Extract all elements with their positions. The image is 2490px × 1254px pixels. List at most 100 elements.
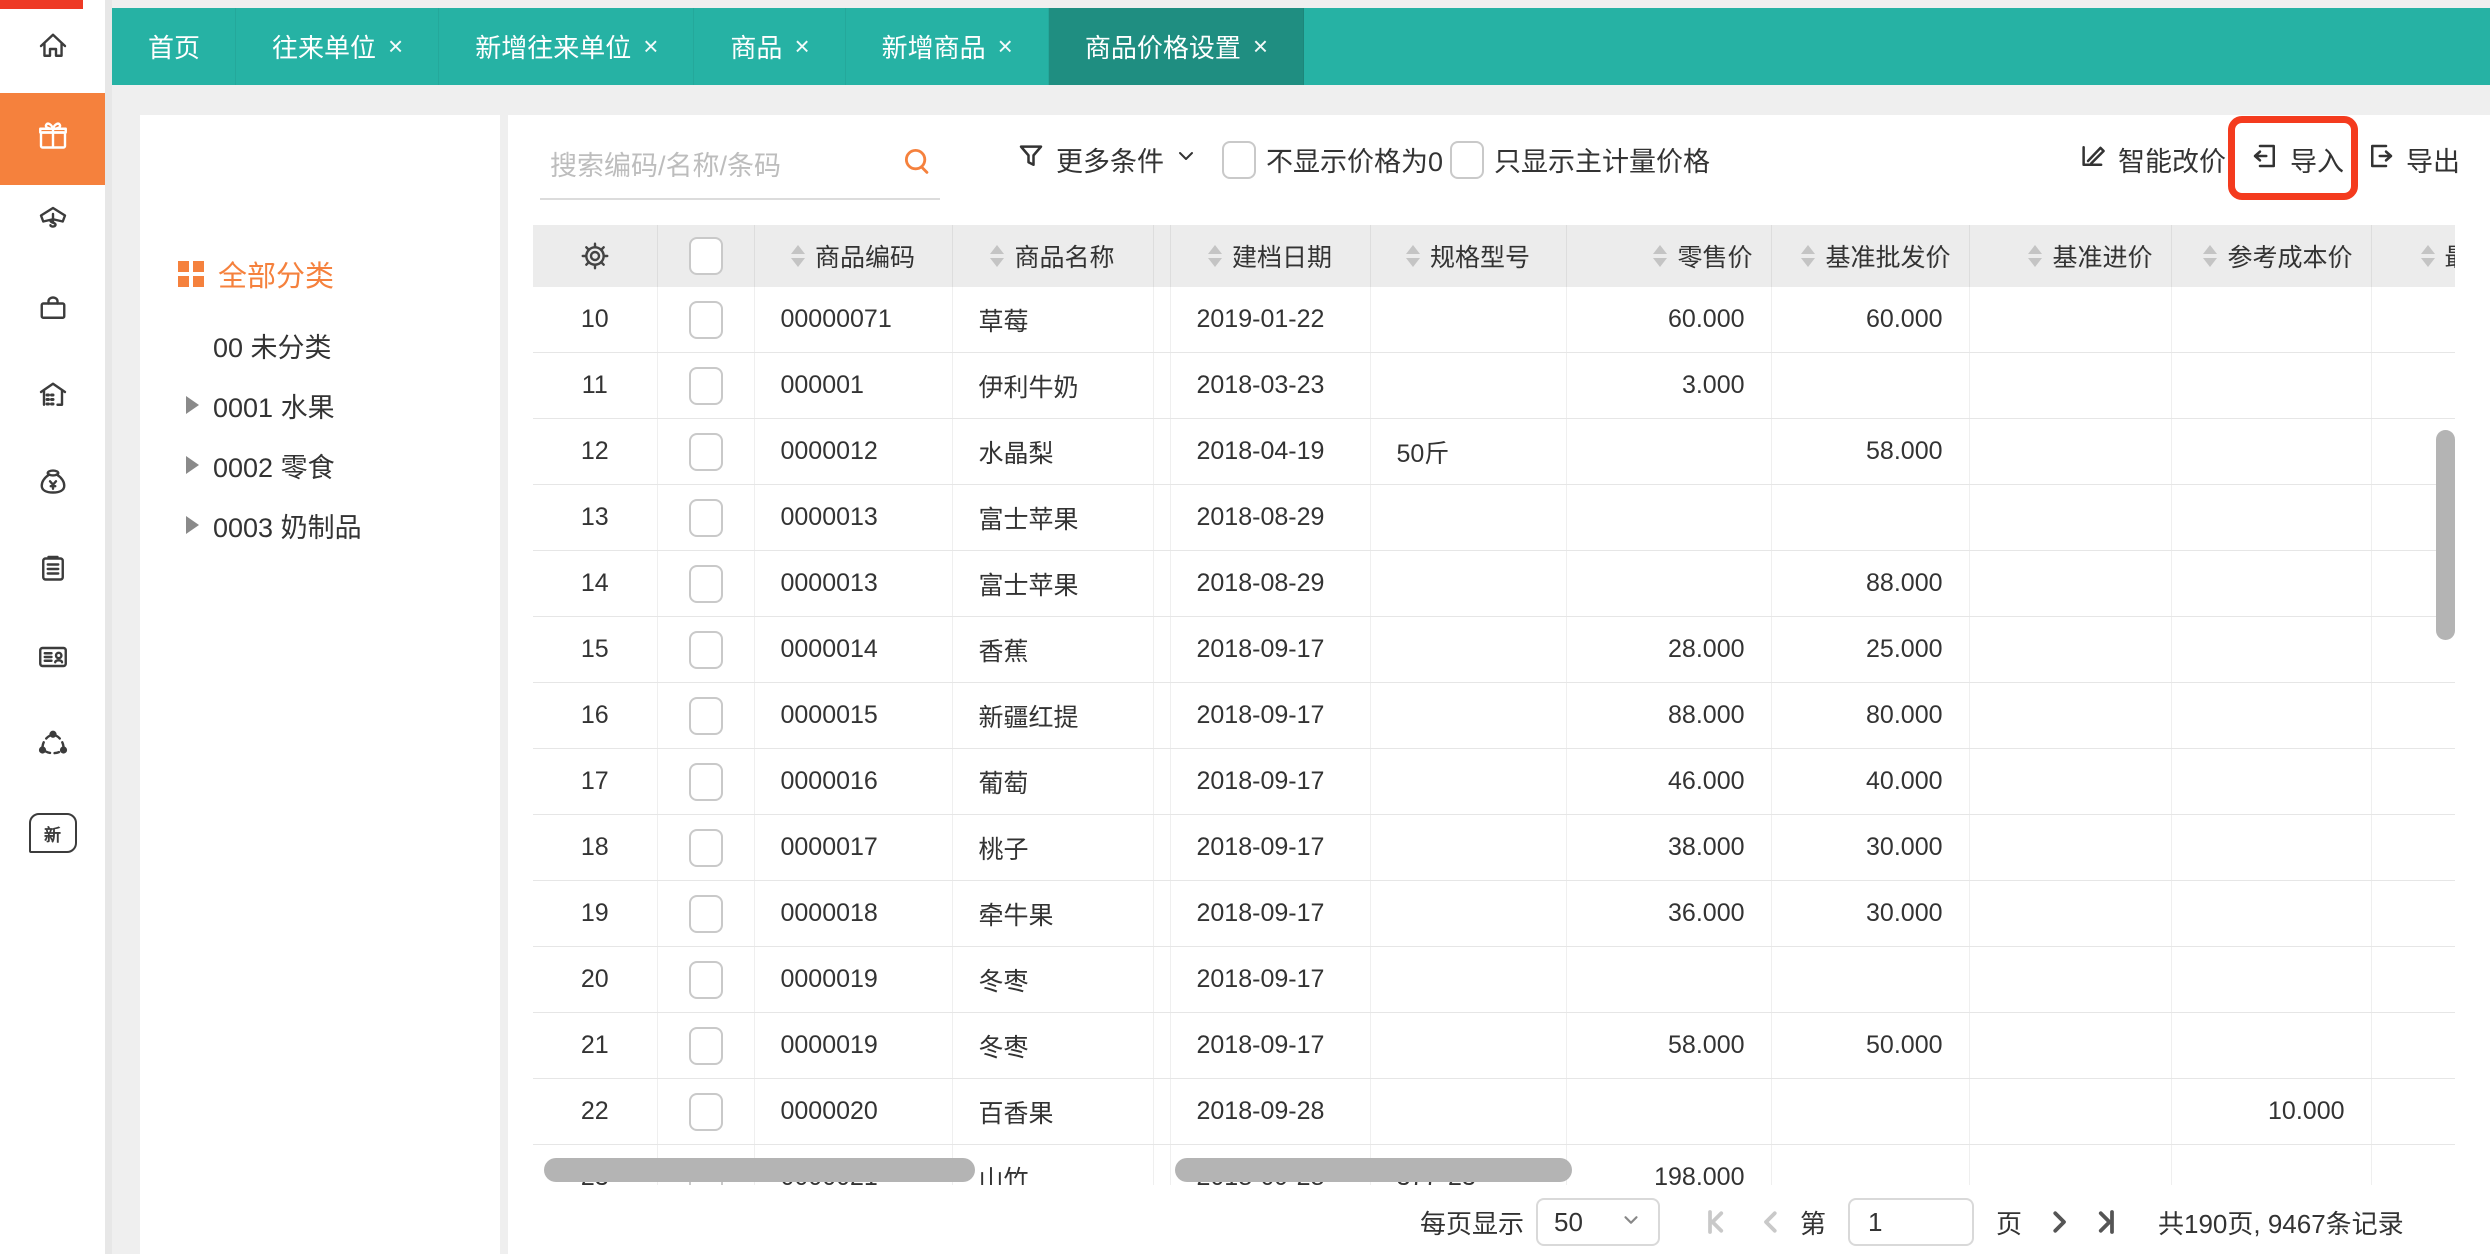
column-header-extra[interactable]: 最 bbox=[2371, 225, 2455, 287]
column-header-code[interactable]: 商品编码 bbox=[754, 225, 953, 287]
row-checkbox[interactable] bbox=[688, 762, 723, 801]
cell-spec bbox=[1370, 682, 1567, 749]
expand-arrow-icon[interactable] bbox=[186, 516, 199, 534]
close-icon[interactable]: × bbox=[643, 31, 658, 62]
close-icon[interactable]: × bbox=[998, 31, 1013, 62]
prev-page-button[interactable] bbox=[1756, 1198, 1786, 1246]
sort-arrows-icon[interactable] bbox=[1207, 245, 1222, 267]
checkbox-icon[interactable] bbox=[1222, 140, 1256, 179]
category-item-fruit[interactable]: 0001 水果 bbox=[140, 375, 500, 435]
cell-check[interactable] bbox=[657, 287, 755, 353]
column-header-check[interactable] bbox=[657, 225, 755, 287]
table-row: 11 000001 伊利牛奶 2018-03-23 3.000 bbox=[533, 352, 2455, 419]
checkbox-icon[interactable] bbox=[1450, 140, 1484, 179]
sidebar-item-goods[interactable] bbox=[0, 93, 105, 185]
page-number-input[interactable]: 1 bbox=[1848, 1198, 1974, 1246]
vertical-scrollbar[interactable] bbox=[2436, 430, 2455, 640]
column-header-retail[interactable]: 零售价 bbox=[1566, 225, 1772, 287]
row-checkbox[interactable] bbox=[688, 300, 723, 339]
column-header-date[interactable]: 建档日期 bbox=[1170, 225, 1371, 287]
row-checkbox[interactable] bbox=[688, 498, 723, 537]
sort-arrows-icon[interactable] bbox=[2203, 245, 2218, 267]
sort-arrows-icon[interactable] bbox=[1653, 245, 1668, 267]
cell-check[interactable] bbox=[657, 682, 755, 749]
column-header-cost[interactable]: 参考成本价 bbox=[2171, 225, 2372, 287]
sidebar-item-home[interactable] bbox=[0, 4, 105, 92]
row-checkbox[interactable] bbox=[688, 1026, 723, 1065]
sidebar-item-report[interactable] bbox=[0, 527, 105, 615]
category-item-snacks[interactable]: 0002 零食 bbox=[140, 435, 500, 495]
cell-extra bbox=[2371, 748, 2455, 815]
expand-arrow-icon[interactable] bbox=[186, 456, 199, 474]
cell-check[interactable] bbox=[657, 748, 755, 815]
tab-home[interactable]: 首页 bbox=[112, 8, 236, 85]
tab-goods[interactable]: 商品 × bbox=[694, 8, 845, 85]
row-checkbox[interactable] bbox=[688, 432, 723, 471]
column-header-purchase[interactable]: 基准进价 bbox=[1969, 225, 2172, 287]
gear-icon[interactable] bbox=[579, 240, 611, 272]
product-price-table: 商品编码商品名称建档日期规格型号零售价基准批发价基准进价参考成本价最100000… bbox=[533, 225, 2455, 1185]
sort-arrows-icon[interactable] bbox=[2420, 245, 2435, 267]
smart-reprice-button[interactable]: 智能改价 bbox=[2078, 140, 2226, 179]
sidebar-item-new[interactable]: 新 bbox=[0, 789, 105, 877]
cell-check[interactable] bbox=[657, 616, 755, 683]
first-page-button[interactable] bbox=[1700, 1198, 1730, 1246]
row-checkbox[interactable] bbox=[688, 696, 723, 735]
column-header-index[interactable] bbox=[533, 225, 658, 287]
search-icon[interactable] bbox=[900, 144, 934, 183]
category-item-unclassified[interactable]: 00 未分类 bbox=[140, 315, 500, 375]
row-checkbox[interactable] bbox=[688, 1092, 723, 1131]
search-input[interactable]: 搜索编码/名称/条码 bbox=[540, 128, 940, 200]
tab-price-settings[interactable]: 商品价格设置 × bbox=[1048, 8, 1305, 85]
tab-add-partner[interactable]: 新增往来单位 × bbox=[439, 8, 694, 85]
cell-check[interactable] bbox=[657, 880, 755, 947]
row-checkbox[interactable] bbox=[688, 366, 723, 405]
close-icon[interactable]: × bbox=[794, 31, 809, 62]
column-header-spec[interactable]: 规格型号 bbox=[1370, 225, 1567, 287]
column-header-name[interactable]: 商品名称 bbox=[952, 225, 1154, 287]
close-icon[interactable]: × bbox=[1253, 31, 1268, 62]
main-unit-only-checkbox[interactable]: 只显示主计量价格 bbox=[1450, 140, 1710, 179]
row-checkbox[interactable] bbox=[688, 630, 723, 669]
row-checkbox[interactable] bbox=[688, 828, 723, 867]
sidebar-item-finance[interactable] bbox=[0, 440, 105, 528]
close-icon[interactable]: × bbox=[388, 31, 403, 62]
cell-check[interactable] bbox=[657, 946, 755, 1013]
sidebar-item-accounts[interactable] bbox=[0, 615, 105, 703]
select-all-checkbox[interactable] bbox=[688, 237, 723, 275]
sort-arrows-icon[interactable] bbox=[790, 245, 805, 267]
horizontal-scrollbar-main[interactable] bbox=[1175, 1158, 1572, 1182]
cell-check[interactable] bbox=[657, 1012, 755, 1079]
sort-arrows-icon[interactable] bbox=[990, 245, 1005, 267]
cell-check[interactable] bbox=[657, 352, 755, 419]
export-button[interactable]: 导出 bbox=[2366, 140, 2460, 179]
sidebar-item-sales[interactable] bbox=[0, 178, 105, 266]
hide-zero-price-checkbox[interactable]: 不显示价格为0 bbox=[1222, 140, 1443, 179]
tab-add-goods[interactable]: 新增商品 × bbox=[846, 8, 1049, 85]
sidebar-item-purchase[interactable] bbox=[0, 266, 105, 354]
cell-check[interactable] bbox=[657, 1078, 755, 1145]
column-header-wholesale[interactable]: 基准批发价 bbox=[1771, 225, 1970, 287]
more-filters-button[interactable]: 更多条件 bbox=[1016, 140, 1198, 179]
row-checkbox[interactable] bbox=[688, 564, 723, 603]
sort-arrows-icon[interactable] bbox=[1801, 245, 1816, 267]
row-checkbox[interactable] bbox=[688, 960, 723, 999]
category-item-dairy[interactable]: 0003 奶制品 bbox=[140, 495, 500, 555]
next-page-button[interactable] bbox=[2044, 1198, 2074, 1246]
sort-arrows-icon[interactable] bbox=[2028, 245, 2043, 267]
sidebar-item-network[interactable] bbox=[0, 702, 105, 790]
cell-check[interactable] bbox=[657, 550, 755, 617]
tab-partners[interactable]: 往来单位 × bbox=[236, 8, 439, 85]
sidebar-item-warehouse[interactable] bbox=[0, 353, 105, 441]
cell-retail: 198.000 bbox=[1566, 1144, 1772, 1185]
page-size-select[interactable]: 50 bbox=[1536, 1198, 1660, 1246]
cell-purchase bbox=[1969, 880, 2172, 947]
last-page-button[interactable] bbox=[2092, 1198, 2122, 1246]
cell-check[interactable] bbox=[657, 484, 755, 551]
sort-arrows-icon[interactable] bbox=[1405, 245, 1420, 267]
cell-check[interactable] bbox=[657, 418, 755, 485]
expand-arrow-icon[interactable] bbox=[186, 396, 199, 414]
cell-check[interactable] bbox=[657, 814, 755, 881]
row-checkbox[interactable] bbox=[688, 894, 723, 933]
horizontal-scrollbar-left[interactable] bbox=[544, 1158, 975, 1182]
